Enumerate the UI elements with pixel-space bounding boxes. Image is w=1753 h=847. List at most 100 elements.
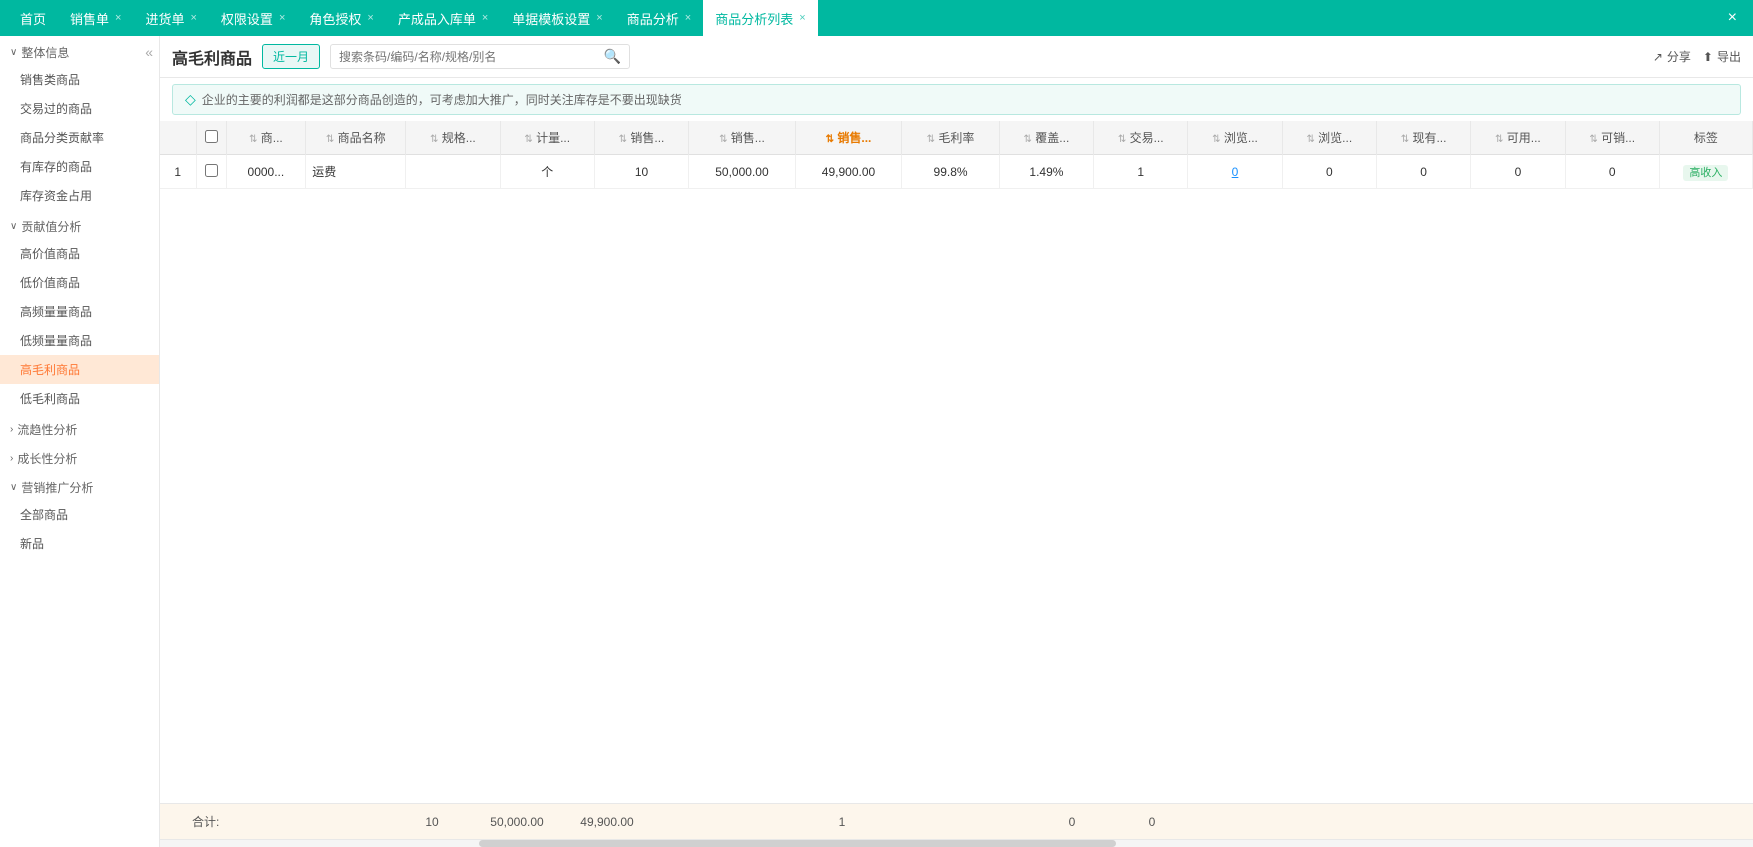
sidebar-item-traded-goods[interactable]: 交易过的商品 xyxy=(0,94,159,123)
nav-permission-settings[interactable]: 权限设置 × xyxy=(209,0,297,36)
sort-icon-margin: ⇅ xyxy=(927,134,935,145)
sort-icon-profit: ⇅ xyxy=(826,134,834,145)
cell-sales-qty: 10 xyxy=(594,155,688,189)
total-sales-qty: 10 xyxy=(392,815,472,829)
col-code[interactable]: ⇅ 商... xyxy=(226,121,306,155)
sidebar-group-value-analysis[interactable]: ∨ 贡献值分析 xyxy=(0,210,159,239)
main-layout: « ∨ 整体信息 销售类商品 交易过的商品 商品分类贡献率 有库存的商品 库存资… xyxy=(0,36,1753,847)
cell-browse1[interactable]: 0 xyxy=(1188,155,1282,189)
close-sales-order-icon[interactable]: × xyxy=(115,12,121,24)
col-current-stock[interactable]: ⇅ 现有... xyxy=(1376,121,1470,155)
search-box: 🔍 xyxy=(330,44,630,69)
col-available-stock[interactable]: ⇅ 可用... xyxy=(1471,121,1565,155)
cell-sales-profit: 49,900.00 xyxy=(795,155,902,189)
content-area: 高毛利商品 近一月 🔍 ↗ 分享 ⬆ 导出 ◇ 企业的主要的利润都是这部分 xyxy=(160,36,1753,847)
cell-tag: 高收入 xyxy=(1659,155,1752,189)
sidebar-collapse-button[interactable]: « xyxy=(145,44,153,60)
cell-code: 0000... xyxy=(226,155,306,189)
horizontal-scrollbar[interactable] xyxy=(160,839,1753,847)
col-browse1[interactable]: ⇅ 浏览... xyxy=(1188,121,1282,155)
col-sellable-stock[interactable]: ⇅ 可销... xyxy=(1565,121,1659,155)
sidebar-item-low-freq[interactable]: 低频量量商品 xyxy=(0,326,159,355)
col-unit[interactable]: ⇅ 计量... xyxy=(500,121,594,155)
sort-icon-current: ⇅ xyxy=(1401,134,1409,145)
total-trade-count: 1 xyxy=(812,815,872,829)
col-sales-profit[interactable]: ⇅ 销售... xyxy=(795,121,902,155)
sort-icon-qty: ⇅ xyxy=(619,134,627,145)
col-sales-amount[interactable]: ⇅ 销售... xyxy=(689,121,796,155)
close-role-icon[interactable]: × xyxy=(367,12,373,24)
col-sales-qty[interactable]: ⇅ 销售... xyxy=(594,121,688,155)
nav-home[interactable]: 首页 xyxy=(8,0,58,36)
sidebar-item-goods-contribution[interactable]: 商品分类贡献率 xyxy=(0,123,159,152)
col-name[interactable]: ⇅ 商品名称 xyxy=(306,121,406,155)
footer-total: 合计: 10 50,000.00 49,900.00 1 0 0 xyxy=(160,803,1753,839)
total-label: 合计: xyxy=(172,813,392,830)
search-icon[interactable]: 🔍 xyxy=(604,48,621,65)
sidebar-group-marketing[interactable]: ∨ 营销推广分析 xyxy=(0,471,159,500)
sidebar-group-growth[interactable]: › 成长性分析 xyxy=(0,442,159,471)
col-coverage[interactable]: ⇅ 覆盖... xyxy=(999,121,1093,155)
cell-coverage: 1.49% xyxy=(999,155,1093,189)
sidebar-group-trend[interactable]: › 流趋性分析 xyxy=(0,413,159,442)
col-spec[interactable]: ⇅ 规格... xyxy=(406,121,500,155)
sort-icon-amount: ⇅ xyxy=(719,134,727,145)
nav-sales-order[interactable]: 销售单 × xyxy=(58,0,133,36)
nav-product-analysis-list[interactable]: 商品分析列表 × xyxy=(703,0,817,36)
close-product-analysis-list-icon[interactable]: × xyxy=(799,12,805,24)
share-icon: ↗ xyxy=(1653,50,1663,64)
nav-purchase-order[interactable]: 进货单 × xyxy=(133,0,208,36)
close-purchase-order-icon[interactable]: × xyxy=(190,12,196,24)
close-order-template-icon[interactable]: × xyxy=(596,12,602,24)
sidebar-item-all-goods[interactable]: 全部商品 xyxy=(0,500,159,529)
sidebar-item-stocked-goods[interactable]: 有库存的商品 xyxy=(0,152,159,181)
cell-trade-count: 1 xyxy=(1094,155,1188,189)
close-product-entry-icon[interactable]: × xyxy=(482,12,488,24)
export-button[interactable]: ⬆ 导出 xyxy=(1703,48,1741,65)
scrollbar-thumb[interactable] xyxy=(479,840,1116,847)
sidebar-item-low-value[interactable]: 低价值商品 xyxy=(0,268,159,297)
sort-icon-spec: ⇅ xyxy=(430,134,438,145)
sidebar-item-high-margin[interactable]: 高毛利商品 xyxy=(0,355,159,384)
sidebar-item-sales-goods[interactable]: 销售类商品 xyxy=(0,65,159,94)
total-current-stock: 0 xyxy=(1032,815,1112,829)
col-checkbox[interactable] xyxy=(196,121,226,155)
sort-icon-browse2: ⇅ xyxy=(1306,134,1314,145)
sort-icon-name: ⇅ xyxy=(326,134,334,145)
sidebar-group-overview[interactable]: ∨ 整体信息 xyxy=(0,36,159,65)
browse1-link[interactable]: 0 xyxy=(1232,165,1239,179)
cell-sellable-stock: 0 xyxy=(1565,155,1659,189)
sidebar-item-stock-funds[interactable]: 库存资金占用 xyxy=(0,181,159,210)
table-container: ⇅ 商... ⇅ 商品名称 ⇅ 规格... ⇅ xyxy=(160,121,1753,803)
select-all-checkbox[interactable] xyxy=(205,130,218,143)
table-row: 1 0000... 运费 个 10 50,000.00 49,900.00 99… xyxy=(160,155,1753,189)
col-index xyxy=(160,121,196,155)
row-checkbox[interactable] xyxy=(205,164,218,177)
group-overview-arrow: ∨ xyxy=(10,47,17,58)
sidebar-item-high-value[interactable]: 高价值商品 xyxy=(0,239,159,268)
col-trade-count[interactable]: ⇅ 交易... xyxy=(1094,121,1188,155)
close-permission-icon[interactable]: × xyxy=(279,12,285,24)
col-margin-rate[interactable]: ⇅ 毛利率 xyxy=(902,121,1000,155)
nav-product-entry[interactable]: 产成品入库单 × xyxy=(386,0,500,36)
nav-order-template[interactable]: 单据模板设置 × xyxy=(500,0,614,36)
cell-browse2: 0 xyxy=(1282,155,1376,189)
period-recent-month-button[interactable]: 近一月 xyxy=(262,44,320,69)
header-actions: ↗ 分享 ⬆ 导出 xyxy=(1653,48,1741,65)
col-browse2[interactable]: ⇅ 浏览... xyxy=(1282,121,1376,155)
search-input[interactable] xyxy=(339,50,604,64)
group-marketing-arrow: ∨ xyxy=(10,482,17,493)
sidebar-item-new-goods[interactable]: 新品 xyxy=(0,529,159,558)
nav-role-permissions[interactable]: 角色授权 × xyxy=(297,0,385,36)
sort-icon-sellable: ⇅ xyxy=(1589,134,1597,145)
tag-badge: 高收入 xyxy=(1683,165,1728,181)
nav-product-analysis[interactable]: 商品分析 × xyxy=(615,0,703,36)
cell-checkbox[interactable] xyxy=(196,155,226,189)
close-all-button[interactable]: × xyxy=(1720,9,1745,27)
share-button[interactable]: ↗ 分享 xyxy=(1653,48,1691,65)
sidebar-item-low-margin[interactable]: 低毛利商品 xyxy=(0,384,159,413)
notice-icon: ◇ xyxy=(185,91,196,108)
sidebar-item-high-freq[interactable]: 高频量量商品 xyxy=(0,297,159,326)
close-product-analysis-icon[interactable]: × xyxy=(685,12,691,24)
cell-current-stock: 0 xyxy=(1376,155,1470,189)
